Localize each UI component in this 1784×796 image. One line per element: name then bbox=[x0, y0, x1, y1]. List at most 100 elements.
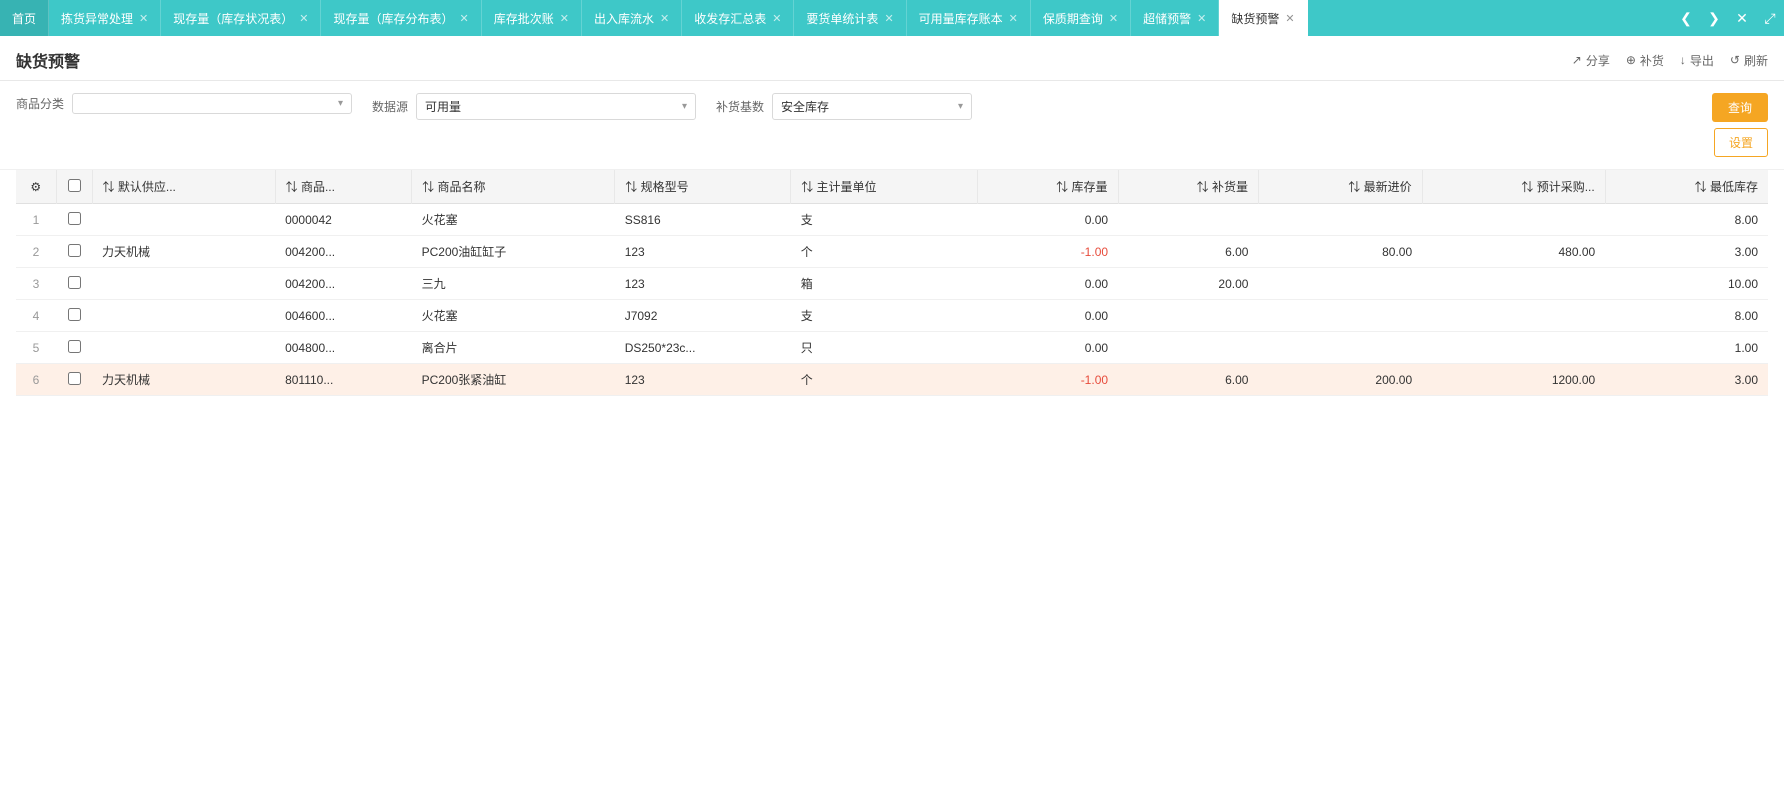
col-code-sort-icon[interactable]: ⇅ bbox=[286, 180, 298, 194]
row-latest-price-1 bbox=[1258, 204, 1422, 236]
tab-close-inventory-status[interactable]: ✕ bbox=[299, 12, 308, 25]
row-replenish-qty-2: 6.00 bbox=[1118, 236, 1258, 268]
replenish-base-filter-group: 补货基数 安全库存 ▾ bbox=[716, 93, 972, 120]
tab-inventory-dist[interactable]: 现存量（库存分布表） ✕ bbox=[321, 0, 481, 36]
row-select-6[interactable] bbox=[68, 372, 81, 385]
col-min-inventory: ⇅ 最低库存 bbox=[1605, 170, 1768, 204]
tab-available-ledger[interactable]: 可用量库存账本 ✕ bbox=[907, 0, 1031, 36]
row-checkbox-5[interactable] bbox=[56, 332, 92, 364]
datasource-chevron-icon: ▾ bbox=[682, 101, 687, 112]
tab-close-batch-account[interactable]: ✕ bbox=[560, 12, 569, 25]
datasource-select[interactable]: 可用量 ▾ bbox=[416, 93, 696, 120]
tab-expiry-query[interactable]: 保质期查询 ✕ bbox=[1031, 0, 1131, 36]
table-row: 5 004800... 离合片 DS250*23c... 只 0.00 1.00 bbox=[16, 332, 1768, 364]
tab-close-overstock[interactable]: ✕ bbox=[1197, 12, 1206, 25]
replenish-base-select[interactable]: 安全库存 ▾ bbox=[772, 93, 972, 120]
gear-icon[interactable]: ⚙ bbox=[30, 180, 41, 194]
row-name-5: 离合片 bbox=[412, 332, 615, 364]
tab-inventory-status[interactable]: 现存量（库存状况表） ✕ bbox=[161, 0, 321, 36]
row-latest-price-2: 80.00 bbox=[1258, 236, 1422, 268]
row-min-inventory-3: 10.00 bbox=[1605, 268, 1768, 300]
table-row: 1 0000042 火花塞 SS816 支 0.00 8.00 bbox=[16, 204, 1768, 236]
col-replenish-sort-icon[interactable]: ⇅ bbox=[1197, 180, 1209, 194]
col-unit: ⇅ 主计量单位 bbox=[791, 170, 978, 204]
row-unit-4: 支 bbox=[791, 300, 978, 332]
tab-close-shortage[interactable]: ✕ bbox=[1285, 12, 1294, 25]
tab-collection-summary[interactable]: 收发存汇总表 ✕ bbox=[682, 0, 794, 36]
table-row: 4 004600... 火花塞 J7092 支 0.00 8.00 bbox=[16, 300, 1768, 332]
table-body: 1 0000042 火花塞 SS816 支 0.00 8.00 2 力天机械 0… bbox=[16, 204, 1768, 396]
replenish-button[interactable]: ⊕ 补货 bbox=[1626, 52, 1664, 69]
settings-button[interactable]: 设置 bbox=[1714, 128, 1768, 157]
tab-prev-button[interactable]: ❮ bbox=[1672, 0, 1700, 36]
row-inventory-1: 0.00 bbox=[978, 204, 1118, 236]
tab-home[interactable]: 首页 bbox=[0, 0, 49, 36]
tab-close-inventory-dist[interactable]: ✕ bbox=[460, 12, 469, 25]
share-icon: ↗ bbox=[1572, 53, 1582, 67]
row-code-5: 004800... bbox=[275, 332, 412, 364]
query-button[interactable]: 查询 bbox=[1712, 93, 1768, 122]
row-checkbox-4[interactable] bbox=[56, 300, 92, 332]
row-latest-price-4 bbox=[1258, 300, 1422, 332]
row-spec-2: 123 bbox=[615, 236, 791, 268]
row-min-inventory-1: 8.00 bbox=[1605, 204, 1768, 236]
refresh-button[interactable]: ↺ 刷新 bbox=[1730, 52, 1768, 69]
tab-close-expiry-query[interactable]: ✕ bbox=[1109, 12, 1118, 25]
row-unit-6: 个 bbox=[791, 364, 978, 396]
row-select-3[interactable] bbox=[68, 276, 81, 289]
tab-abnormal[interactable]: 拣货异常处理 ✕ bbox=[49, 0, 161, 36]
row-min-inventory-6: 3.00 bbox=[1605, 364, 1768, 396]
col-inventory: ⇅ 库存量 bbox=[978, 170, 1118, 204]
tab-close-abnormal[interactable]: ✕ bbox=[139, 12, 148, 25]
export-icon: ↓ bbox=[1680, 53, 1686, 67]
row-num-5: 5 bbox=[16, 332, 56, 364]
tab-close-all-button[interactable]: ✕ bbox=[1728, 0, 1756, 36]
col-unit-sort-icon[interactable]: ⇅ bbox=[801, 180, 813, 194]
row-replenish-qty-6: 6.00 bbox=[1118, 364, 1258, 396]
tab-close-collection-summary[interactable]: ✕ bbox=[772, 12, 781, 25]
row-select-4[interactable] bbox=[68, 308, 81, 321]
category-select[interactable]: ▾ bbox=[72, 93, 352, 114]
export-button[interactable]: ↓ 导出 bbox=[1680, 52, 1714, 69]
col-inventory-sort-icon[interactable]: ⇅ bbox=[1056, 180, 1068, 194]
fullscreen-button[interactable]: ⤢ bbox=[1756, 0, 1784, 36]
row-checkbox-2[interactable] bbox=[56, 236, 92, 268]
select-all-checkbox[interactable] bbox=[68, 179, 81, 192]
col-estimated-sort-icon[interactable]: ⇅ bbox=[1521, 180, 1533, 194]
datasource-label: 数据源 bbox=[372, 98, 408, 115]
tab-close-inout-flow[interactable]: ✕ bbox=[660, 12, 669, 25]
col-name-sort-icon[interactable]: ⇅ bbox=[422, 180, 434, 194]
col-spec-sort-icon[interactable]: ⇅ bbox=[625, 180, 637, 194]
row-code-4: 004600... bbox=[275, 300, 412, 332]
row-checkbox-3[interactable] bbox=[56, 268, 92, 300]
page-title: 缺货预警 bbox=[16, 48, 80, 72]
tab-inout-flow[interactable]: 出入库流水 ✕ bbox=[582, 0, 682, 36]
row-name-2: PC200油缸缸子 bbox=[412, 236, 615, 268]
row-unit-5: 只 bbox=[791, 332, 978, 364]
col-supplier-sort-icon[interactable]: ⇅ bbox=[103, 180, 115, 194]
page-header: 缺货预警 ↗ 分享 ⊕ 补货 ↓ 导出 ↺ 刷新 bbox=[0, 36, 1784, 81]
row-checkbox-1[interactable] bbox=[56, 204, 92, 236]
table-row: 6 力天机械 801110... PC200张紧油缸 123 个 -1.00 6… bbox=[16, 364, 1768, 396]
col-latest-price: ⇅ 最新进价 bbox=[1258, 170, 1422, 204]
tab-batch-account[interactable]: 库存批次账 ✕ bbox=[482, 0, 582, 36]
row-select-2[interactable] bbox=[68, 244, 81, 257]
row-checkbox-6[interactable] bbox=[56, 364, 92, 396]
col-price-sort-icon[interactable]: ⇅ bbox=[1348, 180, 1360, 194]
table-container: ⚙ ⇅ 默认供应... ⇅ 商品... ⇅ 商品名称 bbox=[0, 170, 1784, 396]
tab-shortage[interactable]: 缺货预警 ✕ bbox=[1219, 0, 1307, 36]
row-num-3: 3 bbox=[16, 268, 56, 300]
tab-close-demand-stats[interactable]: ✕ bbox=[884, 12, 893, 25]
tab-demand-stats[interactable]: 要货单统计表 ✕ bbox=[794, 0, 906, 36]
row-select-5[interactable] bbox=[68, 340, 81, 353]
tab-close-available-ledger[interactable]: ✕ bbox=[1009, 12, 1018, 25]
row-replenish-qty-1 bbox=[1118, 204, 1258, 236]
col-min-sort-icon[interactable]: ⇅ bbox=[1695, 180, 1707, 194]
row-select-1[interactable] bbox=[68, 212, 81, 225]
share-button[interactable]: ↗ 分享 bbox=[1572, 52, 1610, 69]
row-estimated-purchase-4 bbox=[1422, 300, 1605, 332]
tab-next-button[interactable]: ❯ bbox=[1700, 0, 1728, 36]
tab-overstock[interactable]: 超储预警 ✕ bbox=[1131, 0, 1219, 36]
row-min-inventory-4: 8.00 bbox=[1605, 300, 1768, 332]
row-latest-price-3 bbox=[1258, 268, 1422, 300]
